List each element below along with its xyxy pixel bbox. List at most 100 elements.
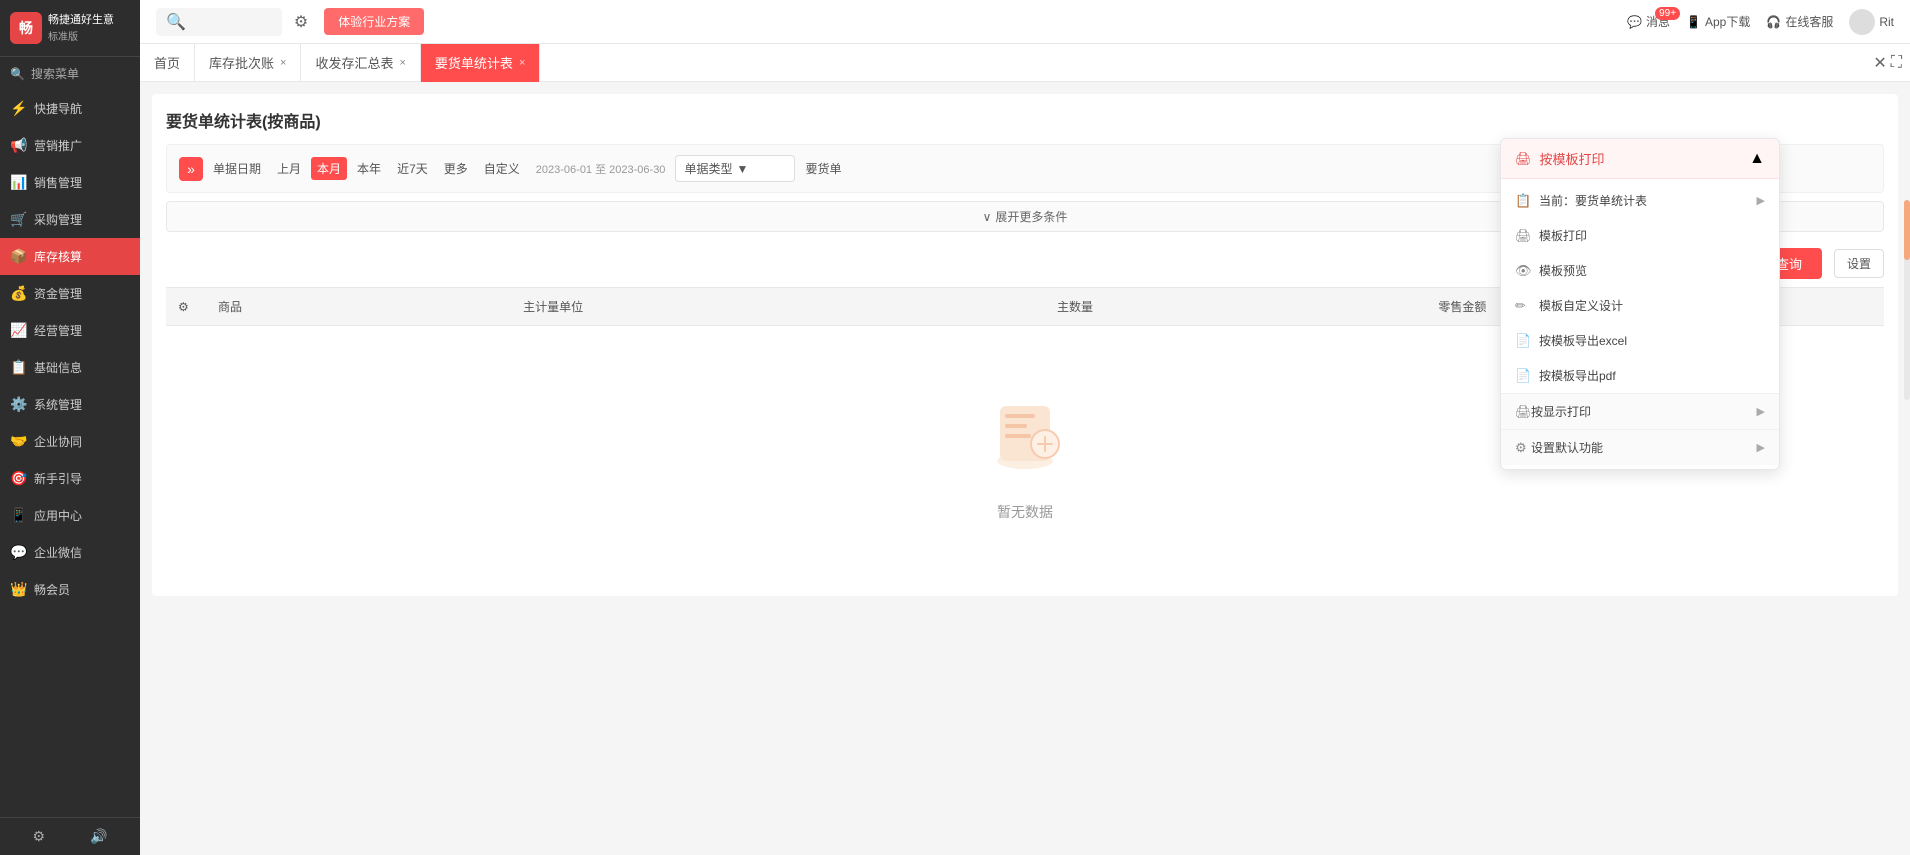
- basic-icon: 📋: [10, 359, 26, 376]
- topbar-search-input[interactable]: [192, 15, 272, 29]
- print-dropdown-title: 🖨 按模板打印: [1515, 149, 1605, 168]
- avatar: [1849, 9, 1875, 35]
- experience-btn[interactable]: 体验行业方案: [324, 8, 424, 35]
- sidebar-search-label: 搜索菜单: [31, 65, 79, 82]
- apps-icon: 📱: [10, 507, 26, 524]
- sidebar-item-basic[interactable]: 📋 基础信息: [0, 349, 140, 386]
- sidebar-nav: ⚡ 快捷导航 📢 营销推广 📊 销售管理 🛒 采购管理 📦 库存核算 💰 资金管…: [0, 90, 140, 817]
- topbar: 🔍 ⚙ 体验行业方案 💬 消息 99+ 📱 App下载 🎧 在线客服 Rit: [140, 0, 1910, 44]
- scroll-indicator[interactable]: [1904, 200, 1910, 400]
- date-custom-btn[interactable]: 自定义: [478, 157, 526, 180]
- print-dropdown-header[interactable]: 🖨 按模板打印 ▲: [1501, 139, 1779, 179]
- setting-btn[interactable]: 设置: [1834, 249, 1884, 278]
- col-quantity-header: 主数量: [1045, 288, 1426, 326]
- topbar-gear-icon[interactable]: ⚙: [294, 12, 308, 32]
- tab-receipts-summary-label: 收发存汇总表: [315, 53, 393, 72]
- date-range-text: 2023-06-01 至 2023-06-30: [536, 161, 666, 177]
- template-print-item[interactable]: 🖨 模板打印: [1501, 218, 1779, 253]
- guide-icon: 🎯: [10, 470, 26, 487]
- template-preview-icon: 👁: [1515, 263, 1531, 279]
- sidebar-item-quick-nav[interactable]: ⚡ 快捷导航: [0, 90, 140, 127]
- audio-footer-btn[interactable]: 🔊: [90, 828, 107, 845]
- sidebar-item-label: 销售管理: [34, 174, 82, 191]
- col-unit-header: 主计量单位: [511, 288, 1045, 326]
- sidebar-item-label: 系统管理: [34, 396, 82, 413]
- sidebar-item-collab[interactable]: 🤝 企业协同: [0, 423, 140, 460]
- default-func-label: 设置默认功能: [1531, 439, 1757, 456]
- default-func-item[interactable]: ⚙ 设置默认功能 ▶: [1501, 429, 1779, 465]
- default-func-arrow-icon: ▶: [1757, 441, 1765, 454]
- user-avatar-btn[interactable]: Rit: [1849, 9, 1894, 35]
- settings-footer-btn[interactable]: ⚙: [33, 828, 46, 845]
- sidebar-item-label: 新手引导: [34, 470, 82, 487]
- expand-more-label: 展开更多条件: [995, 208, 1067, 225]
- sidebar-item-label: 应用中心: [34, 507, 82, 524]
- template-export-pdf-item[interactable]: 📄 按模板导出pdf: [1501, 358, 1779, 393]
- tab-inventory-batch-close[interactable]: ×: [280, 57, 286, 69]
- sidebar-item-label: 畅会员: [34, 581, 70, 598]
- messages-badge: 99+: [1655, 7, 1680, 20]
- sidebar-item-wechat[interactable]: 💬 企业微信: [0, 534, 140, 571]
- sidebar-item-label: 营销推广: [34, 137, 82, 154]
- tab-order-stats[interactable]: 要货单统计表 ×: [421, 44, 540, 82]
- sidebar-item-member[interactable]: 👑 畅会员: [0, 571, 140, 608]
- template-custom-label: 模板自定义设计: [1539, 297, 1765, 314]
- online-service-label: 在线客服: [1785, 13, 1833, 30]
- tab-receipts-summary[interactable]: 收发存汇总表 ×: [301, 44, 420, 82]
- online-service-btn[interactable]: 🎧 在线客服: [1766, 13, 1833, 30]
- tab-receipts-summary-close[interactable]: ×: [399, 57, 405, 69]
- tab-expand-btn[interactable]: ⛶: [1891, 54, 1902, 72]
- template-print-label: 模板打印: [1539, 227, 1765, 244]
- member-icon: 👑: [10, 581, 26, 598]
- sidebar-item-label: 快捷导航: [34, 100, 82, 117]
- topbar-right: 💬 消息 99+ 📱 App下载 🎧 在线客服 Rit: [1627, 9, 1894, 35]
- app-download-label: App下载: [1705, 13, 1750, 30]
- print-dropdown-close-icon[interactable]: ▲: [1749, 150, 1765, 168]
- sidebar-item-system[interactable]: ⚙️ 系统管理: [0, 386, 140, 423]
- doc-type-select-label: 单据类型: [684, 160, 732, 177]
- display-print-label: 按显示打印: [1531, 403, 1757, 420]
- sidebar-item-inventory[interactable]: 📦 库存核算: [0, 238, 140, 275]
- sidebar-item-sales[interactable]: 📊 销售管理: [0, 164, 140, 201]
- date-last-7-days-btn[interactable]: 近7天: [391, 157, 434, 180]
- app-download-btn[interactable]: 📱 App下载: [1686, 13, 1750, 30]
- logo-title: 畅捷通好生意: [48, 13, 114, 27]
- topbar-search-icon: 🔍: [166, 12, 186, 32]
- tab-inventory-batch[interactable]: 库存批次账 ×: [195, 44, 301, 82]
- sidebar-search[interactable]: 🔍 搜索菜单: [0, 57, 140, 90]
- sidebar-item-purchase[interactable]: 🛒 采购管理: [0, 201, 140, 238]
- purchase-icon: 🛒: [10, 211, 26, 228]
- tab-close-all-btn[interactable]: ✕: [1873, 53, 1886, 73]
- tab-home[interactable]: 首页: [140, 44, 195, 82]
- sidebar-item-finance[interactable]: 💰 资金管理: [0, 275, 140, 312]
- sidebar-item-apps[interactable]: 📱 应用中心: [0, 497, 140, 534]
- default-func-icon: ⚙: [1515, 440, 1531, 456]
- template-preview-item[interactable]: 👁 模板预览: [1501, 253, 1779, 288]
- current-template-item[interactable]: 📋 当前：要货单统计表 ▶: [1501, 183, 1779, 218]
- date-current-month-btn[interactable]: 本月: [311, 157, 347, 180]
- current-arrow-icon: ▶: [1757, 194, 1765, 207]
- messages-btn[interactable]: 💬 消息 99+: [1627, 13, 1670, 30]
- empty-icon: [980, 386, 1070, 490]
- date-more-btn[interactable]: 更多: [438, 157, 474, 180]
- sidebar-item-operation[interactable]: 📈 经营管理: [0, 312, 140, 349]
- date-current-year-btn[interactable]: 本年: [351, 157, 387, 180]
- doc-type-select[interactable]: 单据类型 ▼: [675, 155, 795, 182]
- template-custom-item[interactable]: ✏ 模板自定义设计: [1501, 288, 1779, 323]
- template-export-excel-item[interactable]: 📄 按模板导出excel: [1501, 323, 1779, 358]
- print-dropdown: 🖨 按模板打印 ▲ 📋 当前：要货单统计表 ▶ 🖨 模板打印 👁 模板预览 ✏ …: [1500, 138, 1780, 470]
- display-print-item[interactable]: 🖨 按显示打印 ▶: [1501, 393, 1779, 429]
- date-prev-month-btn[interactable]: 上月: [271, 157, 307, 180]
- scroll-thumb: [1904, 200, 1910, 260]
- col-settings-header[interactable]: ⚙: [166, 288, 206, 326]
- tabs-bar: 首页 库存批次账 × 收发存汇总表 × 要货单统计表 × ✕ ⛶: [140, 44, 1910, 82]
- topbar-search-box[interactable]: 🔍: [156, 8, 282, 36]
- sidebar-item-guide[interactable]: 🎯 新手引导: [0, 460, 140, 497]
- tab-order-stats-close[interactable]: ×: [519, 57, 525, 69]
- sidebar-item-marketing[interactable]: 📢 营销推广: [0, 127, 140, 164]
- sidebar: 畅 畅捷通好生意 标准版 🔍 搜索菜单 ⚡ 快捷导航 📢 营销推广 📊 销售管理…: [0, 0, 140, 855]
- message-icon: 💬: [1627, 15, 1642, 29]
- filter-expand-btn[interactable]: »: [179, 157, 203, 181]
- sidebar-item-label: 企业协同: [34, 433, 82, 450]
- current-icon: 📋: [1515, 193, 1531, 209]
